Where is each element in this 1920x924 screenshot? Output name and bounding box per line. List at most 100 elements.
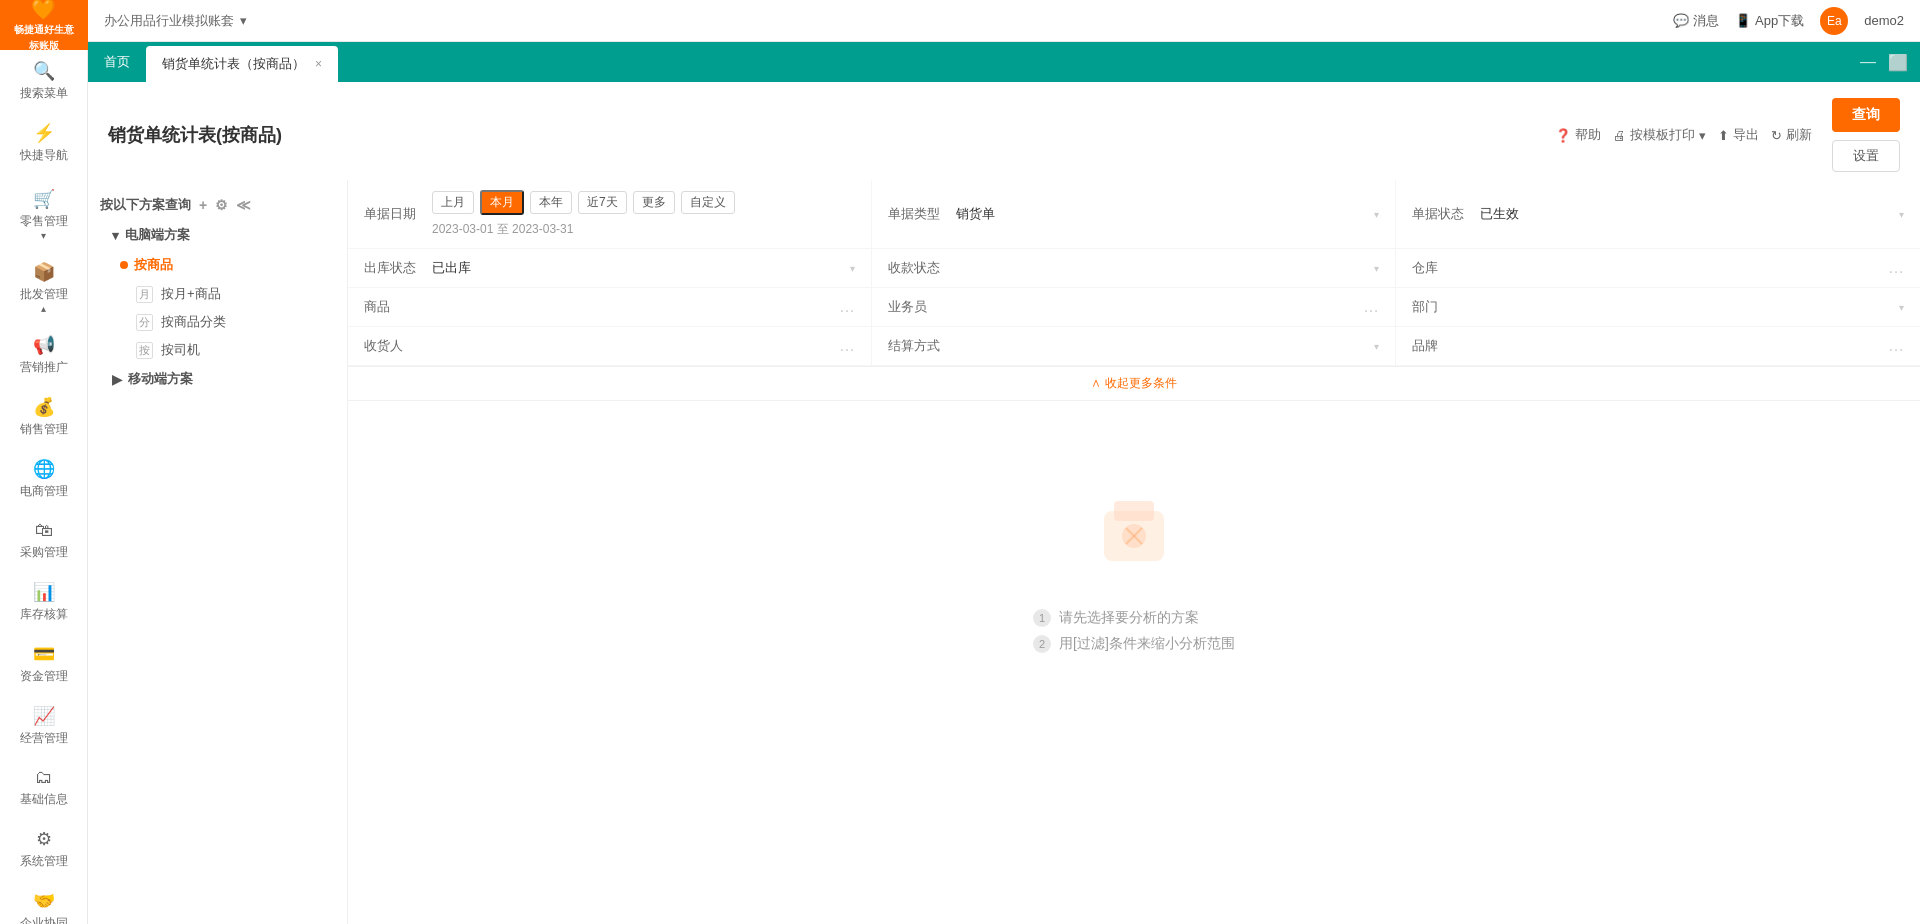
messages-btn[interactable]: 💬 消息 <box>1673 12 1719 30</box>
export-btn[interactable]: ⬆ 导出 <box>1718 126 1759 144</box>
doctype-value[interactable]: 销货单 ▾ <box>956 205 1379 223</box>
tab-home[interactable]: 首页 <box>88 42 146 82</box>
sidebar-item-marketing[interactable]: 📢 营销推广 <box>0 324 87 386</box>
sidebar-item-purchase[interactable]: 🛍 采购管理 <box>0 510 87 571</box>
search-icon: 🔍 <box>33 60 55 82</box>
app-logo[interactable]: 🧡 畅捷通好生意 标账版 <box>0 0 88 50</box>
tree-item-by-category[interactable]: 分 按商品分类 <box>100 308 347 336</box>
payment-value[interactable]: ▾ <box>956 263 1379 274</box>
help-icon: ❓ <box>1555 128 1571 143</box>
sidebar-item-inventory[interactable]: 📊 库存核算 <box>0 571 87 633</box>
tree-item-by-product-label: 按商品 <box>134 256 173 274</box>
docstatus-label: 单据状态 <box>1412 205 1472 223</box>
print-arrow: ▾ <box>1699 128 1706 143</box>
date-tab-more[interactable]: 更多 <box>633 191 675 214</box>
scheme-settings-btn[interactable]: ⚙ <box>215 197 228 213</box>
message-icon: 💬 <box>1673 13 1689 28</box>
tree-group-mobile: ▶ 移动端方案 <box>88 364 347 394</box>
collapse-label: ∧ 收起更多条件 <box>1091 376 1176 390</box>
warehouse-dots[interactable]: … <box>1888 259 1904 277</box>
filter-date-col: 单据日期 上月 本月 本年 近7天 更多 自定义 2023-03-01 至 20… <box>348 180 872 248</box>
sidebar-ecommerce-label: 电商管理 <box>20 483 68 500</box>
date-tab-current-year[interactable]: 本年 <box>530 191 572 214</box>
help-btn[interactable]: ❓ 帮助 <box>1555 126 1601 144</box>
messages-label: 消息 <box>1693 12 1719 30</box>
sidebar-item-sales[interactable]: 💰 销售管理 <box>0 386 87 448</box>
tree-item-by-month-product[interactable]: 月 按月+商品 <box>100 280 347 308</box>
enterprise-icon: 🤝 <box>33 890 55 912</box>
sidebar-item-system[interactable]: ⚙ 系统管理 <box>0 818 87 880</box>
add-scheme-btn[interactable]: + <box>199 197 207 213</box>
sidebar-item-enterprise[interactable]: 🤝 企业协同 <box>0 880 87 924</box>
breadcrumb-text: 办公用品行业模拟账套 <box>104 12 234 30</box>
tab-home-label: 首页 <box>104 53 130 71</box>
filter-warehouse-col: 仓库 … <box>1396 249 1920 287</box>
filter-row-1: 单据日期 上月 本月 本年 近7天 更多 自定义 2023-03-01 至 20… <box>348 180 1920 249</box>
query-button[interactable]: 查询 <box>1832 98 1900 132</box>
docstatus-value[interactable]: 已生效 ▾ <box>1480 205 1904 223</box>
date-tab-custom[interactable]: 自定义 <box>681 191 735 214</box>
warehouseout-text: 已出库 <box>432 259 471 277</box>
date-tab-current-month[interactable]: 本月 <box>480 190 524 215</box>
sidebar-quicknav-label: 快捷导航 <box>20 147 68 164</box>
sidebar-item-quicknav[interactable]: ⚡ 快捷导航 <box>0 112 87 174</box>
hint-num-2: 2 <box>1033 635 1051 653</box>
paymethod-value[interactable]: ▾ <box>956 341 1379 352</box>
username: demo2 <box>1864 13 1904 28</box>
tree-group-desktop-header[interactable]: ▾ 电脑端方案 <box>100 220 347 250</box>
sidebar-item-basics[interactable]: 🗂 基础信息 <box>0 757 87 818</box>
print-btn[interactable]: 🖨 按模板打印 ▾ <box>1613 126 1706 144</box>
sidebar-basics-label: 基础信息 <box>20 791 68 808</box>
sidebar-item-operations[interactable]: 📈 经营管理 <box>0 695 87 757</box>
tab-close-icon[interactable]: × <box>315 57 322 71</box>
refresh-btn[interactable]: ↻ 刷新 <box>1771 126 1812 144</box>
download-icon: 📱 <box>1735 13 1751 28</box>
filter-paymethod-col: 结算方式 ▾ <box>872 327 1396 365</box>
warehouseout-arrow: ▾ <box>850 263 855 274</box>
avatar[interactable]: Ea <box>1820 7 1848 35</box>
product-dots[interactable]: … <box>839 298 855 316</box>
inventory-icon: 📊 <box>33 581 55 603</box>
maximize-btn[interactable]: ⬜ <box>1884 49 1912 76</box>
date-tab-7days[interactable]: 近7天 <box>578 191 627 214</box>
date-tab-prev-month[interactable]: 上月 <box>432 191 474 214</box>
sidebar-item-search[interactable]: 🔍 搜索菜单 <box>0 50 87 112</box>
tree-item-by-cashier[interactable]: 按 按司机 <box>100 336 347 364</box>
svg-rect-1 <box>1114 501 1154 521</box>
collapse-panel-btn[interactable]: ≪ <box>236 197 251 213</box>
salesperson-value[interactable]: … <box>956 298 1379 316</box>
avatar-initials: Ea <box>1827 14 1842 28</box>
category-icon: 分 <box>136 314 153 331</box>
tree-group-mobile-header[interactable]: ▶ 移动端方案 <box>100 364 347 394</box>
dept-value[interactable]: ▾ <box>1480 302 1904 313</box>
minimize-btn[interactable]: — <box>1856 49 1880 75</box>
receiver-value[interactable]: … <box>432 337 855 355</box>
wholesale-expand-icon: ▴ <box>41 303 46 314</box>
receiver-dots[interactable]: … <box>839 337 855 355</box>
empty-hints: 1 请先选择要分析的方案 2 用[过滤]条件来缩小分析范围 <box>1033 609 1235 653</box>
brand-value[interactable]: … <box>1480 337 1904 355</box>
filter-receiver-col: 收货人 … <box>348 327 872 365</box>
tab-report[interactable]: 销货单统计表（按商品） × <box>146 46 338 82</box>
filter-brand-col: 品牌 … <box>1396 327 1920 365</box>
tree-item-by-product[interactable]: 按商品 <box>100 250 347 280</box>
settings-button[interactable]: 设置 <box>1832 140 1900 172</box>
empty-hint-1: 1 请先选择要分析的方案 <box>1033 609 1235 627</box>
product-value[interactable]: … <box>432 298 855 316</box>
sidebar-item-finance[interactable]: 💳 资金管理 <box>0 633 87 695</box>
sidebar-finance-label: 资金管理 <box>20 668 68 685</box>
sidebar-item-ecommerce[interactable]: 🌐 电商管理 <box>0 448 87 510</box>
print-label: 按模板打印 <box>1630 126 1695 144</box>
sidebar-item-retail[interactable]: 🛒 零售管理 ▾ <box>0 178 87 251</box>
warehouseout-value[interactable]: 已出库 ▾ <box>432 259 855 277</box>
app-download-btn[interactable]: 📱 App下载 <box>1735 12 1804 30</box>
cashier-icon: 按 <box>136 342 153 359</box>
export-icon: ⬆ <box>1718 128 1729 143</box>
salesperson-dots[interactable]: … <box>1363 298 1379 316</box>
warehouse-value[interactable]: … <box>1480 259 1904 277</box>
finance-icon: 💳 <box>33 643 55 665</box>
brand-dots[interactable]: … <box>1888 337 1904 355</box>
sidebar-item-wholesale[interactable]: 📦 批发管理 ▴ <box>0 251 87 324</box>
collapse-bar[interactable]: ∧ 收起更多条件 <box>348 366 1920 400</box>
page-header-actions: ❓ 帮助 🖨 按模板打印 ▾ ⬆ 导出 ↻ 刷新 查询 <box>1555 98 1900 172</box>
